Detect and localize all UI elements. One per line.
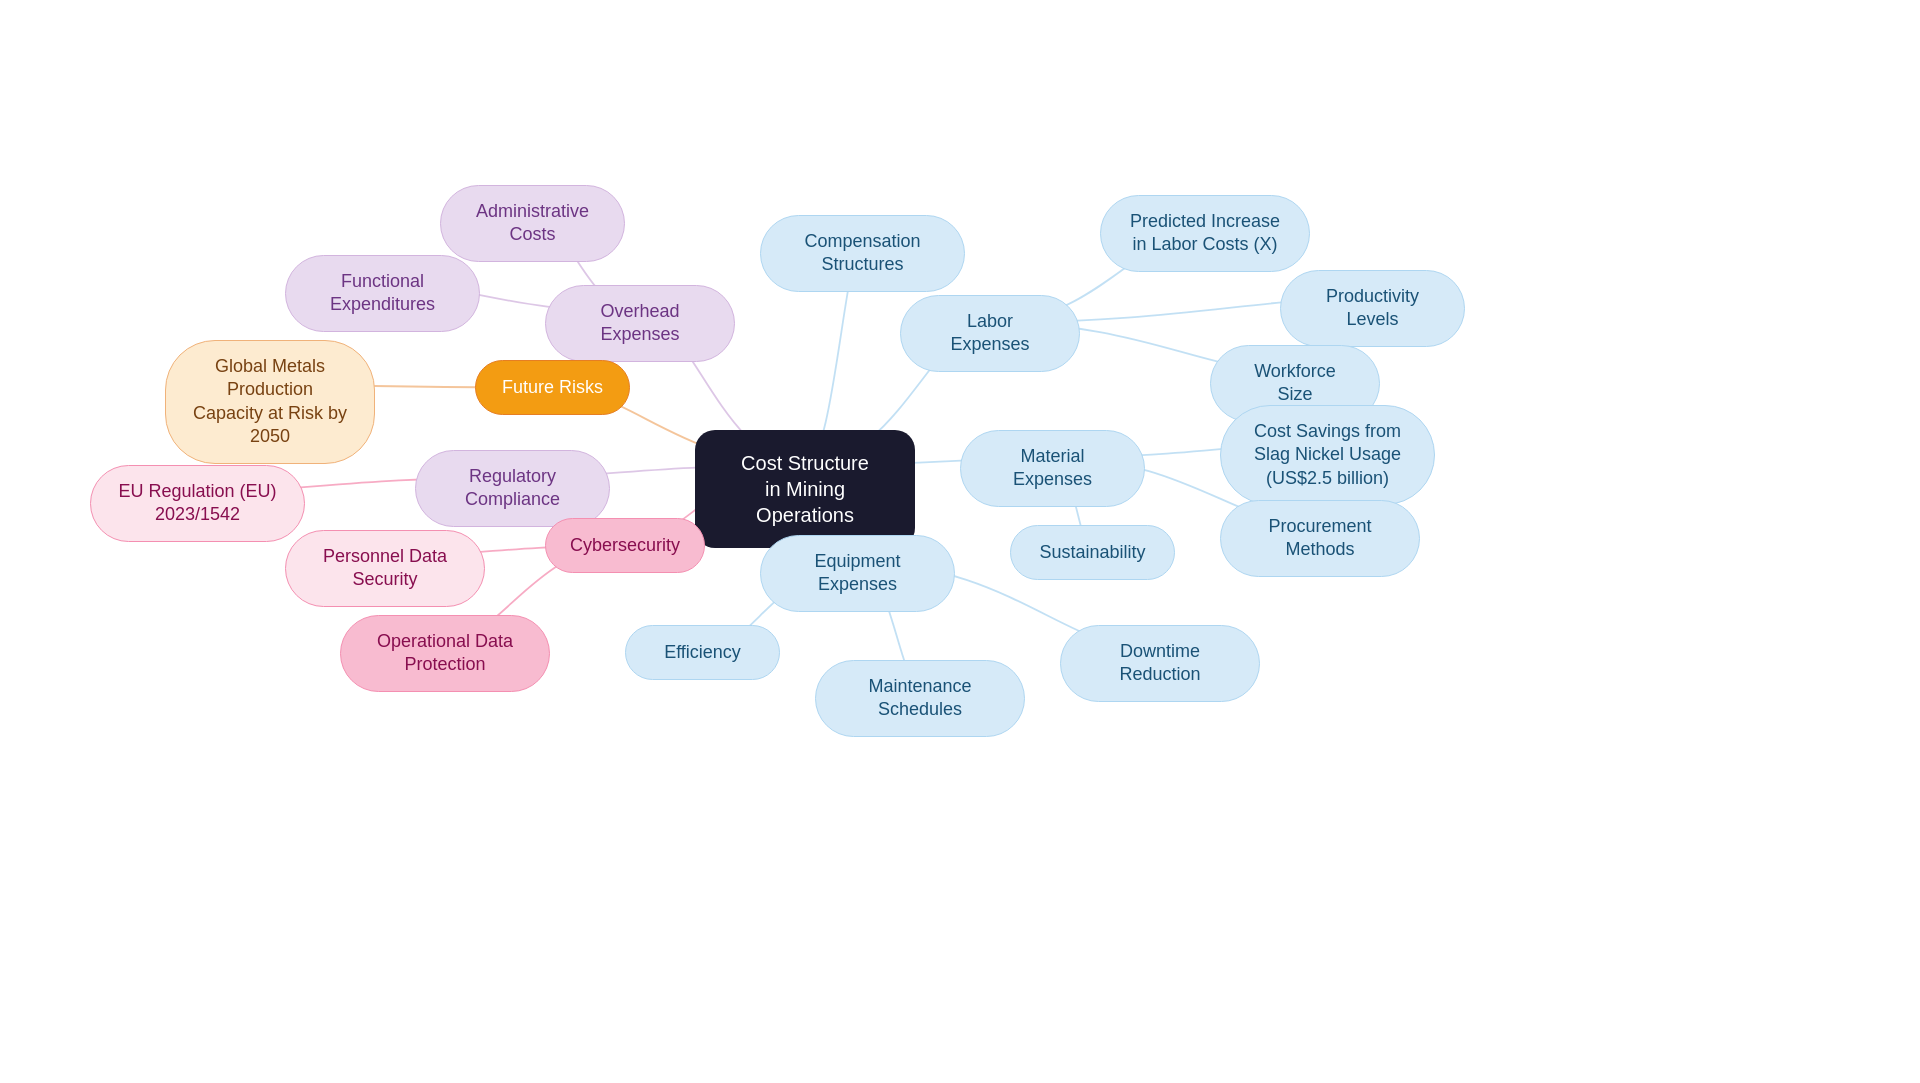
node-equipment: Equipment Expenses bbox=[760, 535, 955, 612]
node-eu-regulation: EU Regulation (EU) 2023/1542 bbox=[90, 465, 305, 542]
node-predicted-labor: Predicted Increase in Labor Costs (X) bbox=[1100, 195, 1310, 272]
node-regulatory: Regulatory Compliance bbox=[415, 450, 610, 527]
node-maintenance: Maintenance Schedules bbox=[815, 660, 1025, 737]
node-material: Material Expenses bbox=[960, 430, 1145, 507]
node-cost-savings: Cost Savings from Slag Nickel Usage (US$… bbox=[1220, 405, 1435, 505]
node-downtime: Downtime Reduction bbox=[1060, 625, 1260, 702]
node-sustainability: Sustainability bbox=[1010, 525, 1175, 580]
node-admin: Administrative Costs bbox=[440, 185, 625, 262]
node-functional: Functional Expenditures bbox=[285, 255, 480, 332]
node-personnel-data: Personnel Data Security bbox=[285, 530, 485, 607]
node-productivity: Productivity Levels bbox=[1280, 270, 1465, 347]
node-overhead: Overhead Expenses bbox=[545, 285, 735, 362]
node-global-metals: Global Metals Production Capacity at Ris… bbox=[165, 340, 375, 464]
center-node: Cost Structure in Mining Operations bbox=[695, 430, 915, 548]
node-efficiency: Efficiency bbox=[625, 625, 780, 680]
mindmap-container: Cost Structure in Mining Operations Labor… bbox=[0, 0, 1920, 1083]
node-cybersecurity: Cybersecurity bbox=[545, 518, 705, 573]
node-future-risks: Future Risks bbox=[475, 360, 630, 415]
connections-svg bbox=[0, 0, 1920, 1083]
node-procurement: Procurement Methods bbox=[1220, 500, 1420, 577]
node-compensation: Compensation Structures bbox=[760, 215, 965, 292]
node-labor: Labor Expenses bbox=[900, 295, 1080, 372]
node-operational-data: Operational Data Protection bbox=[340, 615, 550, 692]
